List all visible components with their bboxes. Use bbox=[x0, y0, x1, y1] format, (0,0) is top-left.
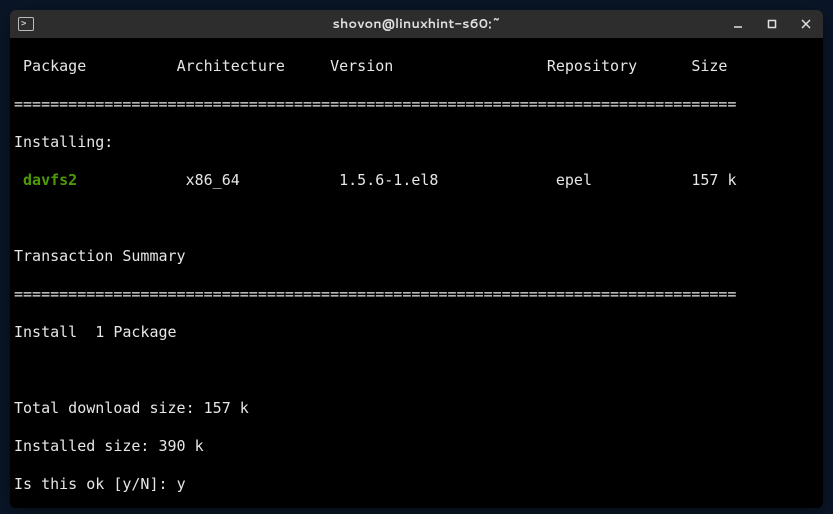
user-input: y bbox=[177, 475, 186, 493]
installing-label: Installing: bbox=[14, 133, 819, 152]
col-size: Size bbox=[691, 57, 727, 75]
col-repo: Repository bbox=[547, 57, 637, 75]
package-row: davfs2 x86_64 1.5.6-1.el8 epel 157 k bbox=[14, 171, 819, 190]
maximize-icon bbox=[767, 19, 777, 29]
package-version: 1.5.6-1.el8 bbox=[339, 171, 438, 189]
package-repo: epel bbox=[556, 171, 592, 189]
close-button[interactable] bbox=[789, 10, 823, 38]
install-count: Install 1 Package bbox=[14, 323, 819, 342]
col-version: Version bbox=[330, 57, 393, 75]
window-title: shovon@linuxhint-s60:~ bbox=[10, 15, 823, 33]
maximize-button[interactable] bbox=[755, 10, 789, 38]
separator: ========================================… bbox=[14, 285, 819, 304]
blank-line bbox=[14, 209, 819, 228]
package-size: 157 k bbox=[691, 171, 736, 189]
installed-size: Installed size: 390 k bbox=[14, 437, 819, 456]
terminal-window: shovon@linuxhint-s60:~ Package Architect… bbox=[10, 10, 823, 508]
window-controls bbox=[721, 10, 823, 38]
package-arch: x86_64 bbox=[186, 171, 240, 189]
column-header-row: Package Architecture Version Repository … bbox=[14, 57, 819, 76]
transaction-summary: Transaction Summary bbox=[14, 247, 819, 266]
minimize-icon bbox=[733, 19, 743, 29]
close-icon bbox=[801, 19, 811, 29]
separator: ========================================… bbox=[14, 95, 819, 114]
blank-line bbox=[14, 361, 819, 380]
confirm-prompt-1: Is this ok [y/N]: y bbox=[14, 475, 819, 494]
minimize-button[interactable] bbox=[721, 10, 755, 38]
col-package: Package bbox=[14, 57, 86, 75]
package-name: davfs2 bbox=[14, 171, 77, 189]
terminal-icon bbox=[18, 17, 34, 31]
terminal-output[interactable]: Package Architecture Version Repository … bbox=[10, 38, 823, 508]
col-arch: Architecture bbox=[177, 57, 285, 75]
titlebar[interactable]: shovon@linuxhint-s60:~ bbox=[10, 10, 823, 38]
download-size: Total download size: 157 k bbox=[14, 399, 819, 418]
